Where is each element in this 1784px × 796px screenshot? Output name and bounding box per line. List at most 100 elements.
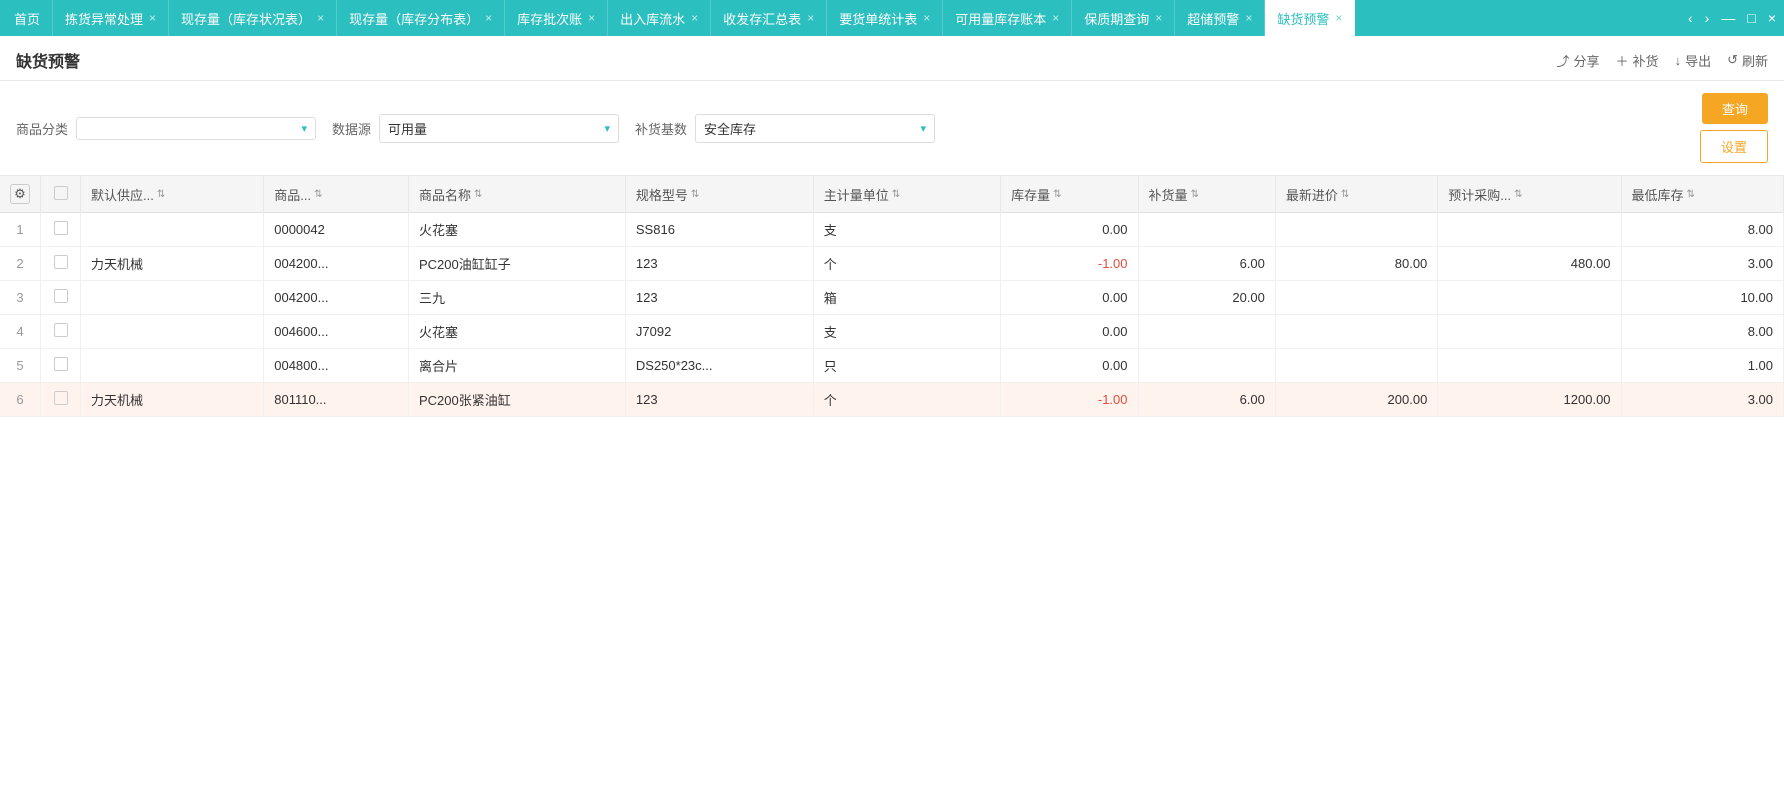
row-checkbox[interactable] — [41, 213, 81, 247]
sort-est-purchase-icon: ⇅ — [1514, 189, 1522, 200]
tab-picking-exception[interactable]: 拣货异常处理 × — [53, 0, 169, 36]
close-tab-7[interactable]: × — [923, 11, 930, 25]
tab-nav-buttons: ‹ › — □ × — [1682, 6, 1782, 30]
replenish-button[interactable]: ＋ 补货 — [1616, 51, 1659, 70]
table-settings-icon[interactable]: ⚙ — [10, 184, 30, 204]
row-supplier: 力天机械 — [81, 247, 264, 281]
filter-right-buttons: 查询 设置 — [1700, 93, 1768, 163]
row-replenish — [1138, 315, 1275, 349]
tab-bar: 首页 拣货异常处理 × 现存量（库存状况表） × 现存量（库存分布表） × 库存… — [0, 0, 1784, 36]
row-replenish — [1138, 349, 1275, 383]
table-row: 5 004800... 离合片 DS250*23c... 只 0.00 1.00 — [0, 349, 1784, 383]
row-select-checkbox[interactable] — [54, 357, 68, 371]
row-checkbox[interactable] — [41, 349, 81, 383]
shortage-table: ⚙ 默认供应... ⇅ 商品... ⇅ — [0, 176, 1784, 417]
row-checkbox[interactable] — [41, 383, 81, 417]
row-product-name: 火花塞 — [408, 213, 625, 247]
sort-spec-icon: ⇅ — [691, 189, 699, 200]
row-est-purchase — [1438, 315, 1621, 349]
close-tab-2[interactable]: × — [317, 11, 324, 25]
row-num: 1 — [0, 213, 41, 247]
row-select-checkbox[interactable] — [54, 255, 68, 269]
tab-inout-flow[interactable]: 出入库流水 × — [608, 0, 711, 36]
close-tab-8[interactable]: × — [1052, 11, 1059, 25]
row-product-code: 801110... — [264, 383, 409, 417]
tab-prev-btn[interactable]: ‹ — [1682, 6, 1699, 30]
table-row: 3 004200... 三九 123 箱 0.00 20.00 10.00 — [0, 281, 1784, 315]
row-checkbox[interactable] — [41, 281, 81, 315]
close-tab-11[interactable]: × — [1335, 11, 1342, 25]
tab-available-ledger[interactable]: 可用量库存账本 × — [943, 0, 1072, 36]
export-button[interactable]: ↓ 导出 — [1675, 51, 1712, 70]
row-supplier: 力天机械 — [81, 383, 264, 417]
close-tab-3[interactable]: × — [485, 11, 492, 25]
tab-restore-btn[interactable]: □ — [1741, 6, 1761, 30]
row-product-name: 火花塞 — [408, 315, 625, 349]
col-product-name[interactable]: 商品名称 ⇅ — [408, 176, 625, 213]
sort-supplier-icon: ⇅ — [157, 189, 165, 200]
refresh-button[interactable]: ↺ 刷新 — [1727, 51, 1768, 70]
row-unit: 支 — [813, 213, 1000, 247]
tab-overstock[interactable]: 超储预警 × — [1175, 0, 1265, 36]
col-checkbox[interactable] — [41, 176, 81, 213]
row-checkbox[interactable] — [41, 315, 81, 349]
tab-inventory-dist[interactable]: 现存量（库存分布表） × — [337, 0, 505, 36]
col-est-purchase[interactable]: 预计采购... ⇅ — [1438, 176, 1621, 213]
col-product-code[interactable]: 商品... ⇅ — [264, 176, 409, 213]
row-select-checkbox[interactable] — [54, 323, 68, 337]
row-product-code: 004800... — [264, 349, 409, 383]
row-spec: J7092 — [625, 315, 813, 349]
tab-receive-summary[interactable]: 收发存汇总表 × — [711, 0, 827, 36]
tab-home[interactable]: 首页 — [2, 0, 53, 36]
replenish-base-filter-group: 补货基数 安全库存 ▾ — [635, 114, 935, 143]
datasource-filter-group: 数据源 可用量 ▾ — [332, 114, 619, 143]
tab-inventory-status[interactable]: 现存量（库存状况表） × — [169, 0, 337, 36]
col-min-stock[interactable]: 最低库存 ⇅ — [1621, 176, 1783, 213]
row-est-purchase: 1200.00 — [1438, 383, 1621, 417]
row-spec: 123 — [625, 281, 813, 315]
row-est-purchase — [1438, 281, 1621, 315]
close-tab-6[interactable]: × — [807, 11, 814, 25]
row-num: 6 — [0, 383, 41, 417]
close-tab-1[interactable]: × — [149, 11, 156, 25]
col-latest-price[interactable]: 最新进价 ⇅ — [1275, 176, 1437, 213]
row-replenish: 20.00 — [1138, 281, 1275, 315]
col-stock[interactable]: 库存量 ⇅ — [1001, 176, 1138, 213]
tab-shortage[interactable]: 缺货预警 × — [1265, 0, 1355, 36]
col-spec[interactable]: 规格型号 ⇅ — [625, 176, 813, 213]
row-select-checkbox[interactable] — [54, 391, 68, 405]
query-button[interactable]: 查询 — [1702, 93, 1768, 124]
close-tab-4[interactable]: × — [588, 11, 595, 25]
col-settings[interactable]: ⚙ — [0, 176, 41, 213]
col-replenish[interactable]: 补货量 ⇅ — [1138, 176, 1275, 213]
refresh-icon: ↺ — [1727, 52, 1738, 68]
row-unit: 箱 — [813, 281, 1000, 315]
close-tab-9[interactable]: × — [1155, 11, 1162, 25]
share-button[interactable]: ⤴ 分享 — [1557, 51, 1600, 70]
tab-next-btn[interactable]: › — [1699, 6, 1716, 30]
close-tab-5[interactable]: × — [691, 11, 698, 25]
row-spec: SS816 — [625, 213, 813, 247]
row-num: 3 — [0, 281, 41, 315]
tab-close-window-btn[interactable]: × — [1762, 6, 1782, 30]
select-all-checkbox[interactable] — [54, 186, 68, 200]
tab-minimize-btn[interactable]: — — [1715, 6, 1741, 30]
col-unit[interactable]: 主计量单位 ⇅ — [813, 176, 1000, 213]
datasource-select[interactable]: 可用量 ▾ — [379, 114, 619, 143]
row-select-checkbox[interactable] — [54, 221, 68, 235]
tab-expiry-query[interactable]: 保质期查询 × — [1072, 0, 1175, 36]
replenish-base-select[interactable]: 安全库存 ▾ — [695, 114, 935, 143]
category-select[interactable]: ▾ — [76, 117, 316, 140]
row-checkbox[interactable] — [41, 247, 81, 281]
tab-demand-stats[interactable]: 要货单统计表 × — [827, 0, 943, 36]
tab-batch-account[interactable]: 库存批次账 × — [505, 0, 608, 36]
row-spec: 123 — [625, 383, 813, 417]
replenish-base-label: 补货基数 — [635, 119, 687, 138]
row-stock: 0.00 — [1001, 349, 1138, 383]
col-default-supplier[interactable]: 默认供应... ⇅ — [81, 176, 264, 213]
row-select-checkbox[interactable] — [54, 289, 68, 303]
row-unit: 个 — [813, 247, 1000, 281]
filter-area: 商品分类 ▾ 数据源 可用量 ▾ 补货基数 安全库存 ▾ 查询 设置 — [0, 81, 1784, 176]
close-tab-10[interactable]: × — [1245, 11, 1252, 25]
settings-button[interactable]: 设置 — [1700, 130, 1768, 163]
